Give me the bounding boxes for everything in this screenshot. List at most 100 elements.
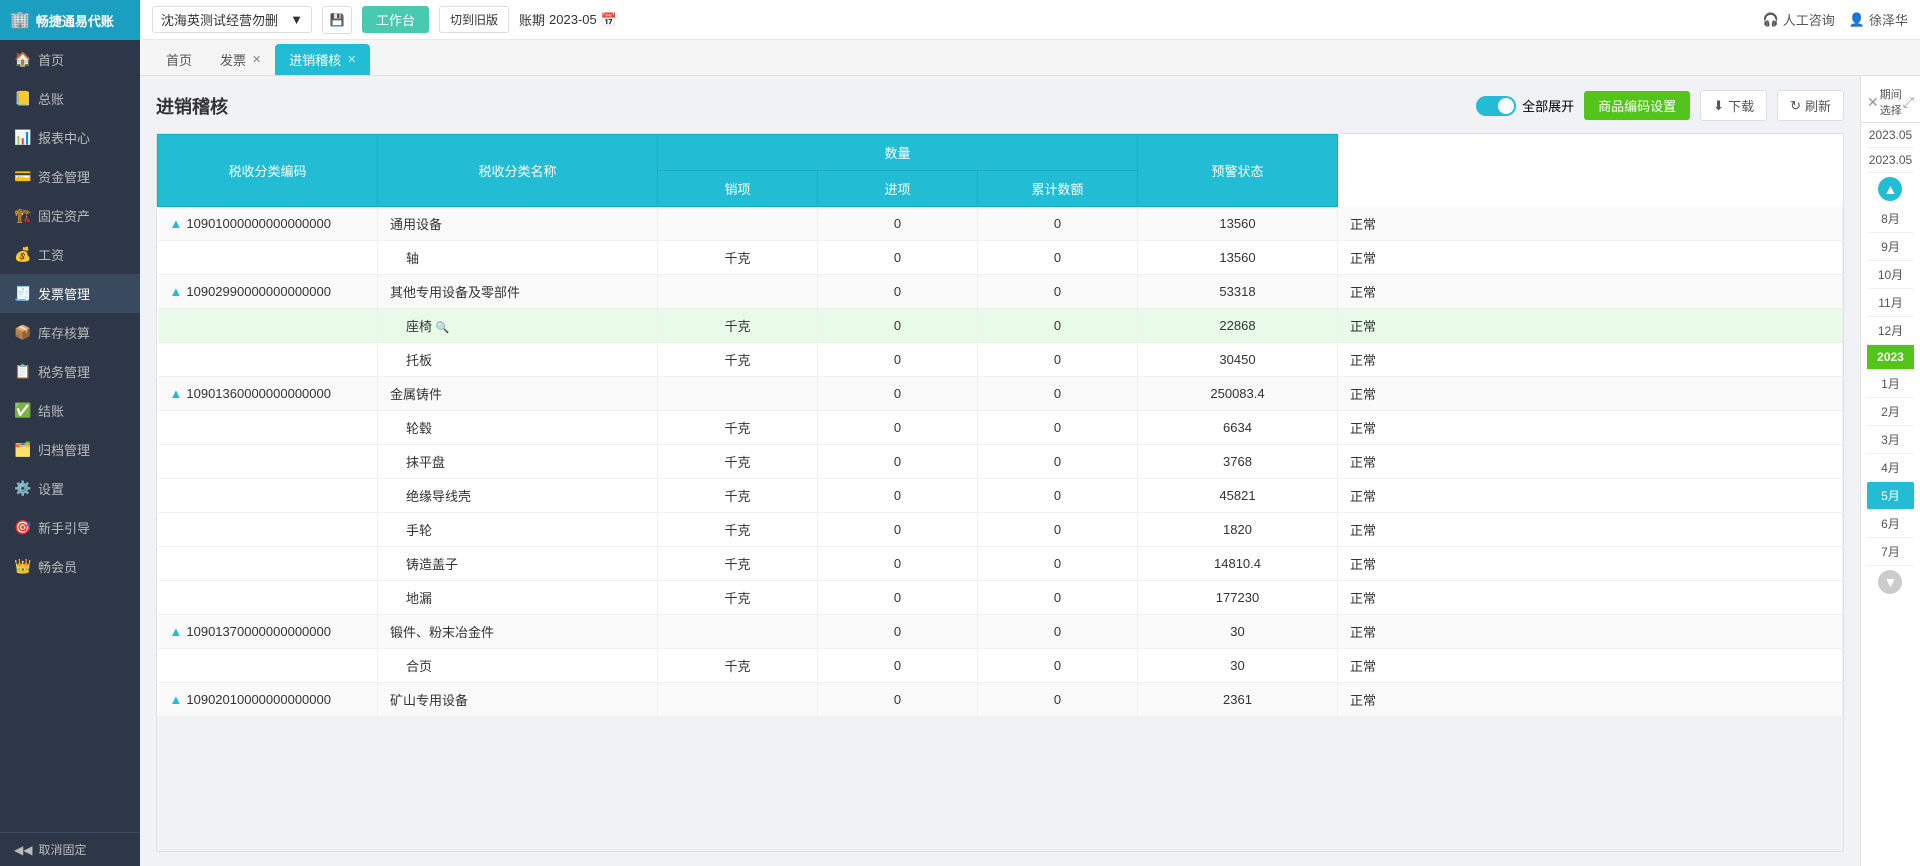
row-sales: 0 bbox=[818, 377, 978, 411]
table-row: 托板千克0030450正常 bbox=[158, 343, 1843, 377]
sidebar-item-membership[interactable]: 👑 畅会员 bbox=[0, 547, 140, 586]
sidebar-item-payroll[interactable]: 💰 工资 bbox=[0, 235, 140, 274]
period-month-item[interactable]: 11月 bbox=[1867, 289, 1914, 317]
expand-arrow[interactable]: ▲ bbox=[170, 624, 183, 639]
funds-icon: 💳 bbox=[14, 168, 30, 185]
row-purchase: 0 bbox=[978, 547, 1138, 581]
row-unit: 千克 bbox=[658, 309, 818, 343]
row-sales: 0 bbox=[818, 479, 978, 513]
table-row: 座椅 🔍千克0022868正常 bbox=[158, 309, 1843, 343]
support-button[interactable]: 🎧 人工咨询 bbox=[1763, 10, 1835, 29]
row-purchase: 0 bbox=[978, 683, 1138, 717]
sidebar-label-guide: 新手引导 bbox=[38, 518, 90, 537]
workbench-button[interactable]: 工作台 bbox=[362, 6, 429, 33]
chevron-down-icon: ▼ bbox=[290, 12, 303, 27]
period-header-item[interactable]: 2023.05 bbox=[1867, 148, 1914, 173]
tab-invoice-close[interactable]: ✕ bbox=[252, 53, 261, 66]
panel-expand-button[interactable]: ⤢ bbox=[1903, 94, 1914, 111]
row-unit bbox=[658, 615, 818, 649]
row-total: 1820 bbox=[1138, 513, 1338, 547]
sidebar-item-archive[interactable]: 🗂️ 归档管理 bbox=[0, 430, 140, 469]
period-month-item[interactable]: 2月 bbox=[1867, 398, 1914, 426]
download-button[interactable]: ⬇ 下载 bbox=[1700, 90, 1767, 121]
user-name: 徐泽华 bbox=[1869, 10, 1908, 29]
tab-reconcile[interactable]: 进销稽核 ✕ bbox=[275, 44, 370, 75]
sidebar-item-closing[interactable]: ✅ 结账 bbox=[0, 391, 140, 430]
refresh-button[interactable]: ↻ 刷新 bbox=[1777, 90, 1844, 121]
sidebar-item-funds[interactable]: 💳 资金管理 bbox=[0, 157, 140, 196]
user-menu[interactable]: 👤 徐泽华 bbox=[1849, 10, 1908, 29]
period-month-item[interactable]: 8月 bbox=[1867, 205, 1914, 233]
expand-arrow[interactable]: ▲ bbox=[170, 284, 183, 299]
row-code: ▲10901370000000000000 bbox=[158, 615, 378, 649]
calendar-icon[interactable]: 📅 bbox=[601, 12, 617, 28]
company-selector[interactable]: 沈海英测试经营勿删 ▼ bbox=[152, 6, 312, 33]
row-sales: 0 bbox=[818, 649, 978, 683]
row-status: 正常 bbox=[1338, 343, 1843, 377]
expand-toggle[interactable] bbox=[1476, 96, 1516, 116]
product-code-settings-button[interactable]: 商品编码设置 bbox=[1584, 91, 1690, 120]
row-code bbox=[158, 445, 378, 479]
expand-arrow[interactable]: ▲ bbox=[170, 216, 183, 231]
row-code bbox=[158, 513, 378, 547]
invoice-icon: 🧾 bbox=[14, 285, 30, 302]
row-code bbox=[158, 411, 378, 445]
support-label: 人工咨询 bbox=[1783, 10, 1835, 29]
tab-home[interactable]: 首页 bbox=[152, 44, 206, 75]
app-name: 畅捷通易代账 bbox=[36, 11, 114, 30]
period-month-item[interactable]: 2023 bbox=[1867, 345, 1914, 370]
sidebar-label-payroll: 工资 bbox=[38, 245, 64, 264]
period-nav-up[interactable]: ▲ bbox=[1878, 177, 1902, 201]
expand-arrow[interactable]: ▲ bbox=[170, 692, 183, 707]
period-month-item[interactable]: 3月 bbox=[1867, 426, 1914, 454]
tab-invoice[interactable]: 发票 ✕ bbox=[206, 44, 275, 75]
sidebar-item-inventory[interactable]: 📦 库存核算 bbox=[0, 313, 140, 352]
period-month-item[interactable]: 12月 bbox=[1867, 317, 1914, 345]
content-area: 进销稽核 全部展开 商品编码设置 ⬇ 下载 ↻ 刷新 bbox=[140, 76, 1920, 866]
search-icon[interactable]: 🔍 bbox=[436, 322, 450, 334]
period-month-item[interactable]: 5月 bbox=[1867, 482, 1914, 510]
topbar: 沈海英测试经营勿删 ▼ 💾 工作台 切到旧版 账期 2023-05 📅 🎧 人工… bbox=[140, 0, 1920, 40]
period-nav-down[interactable]: ▼ bbox=[1878, 570, 1902, 594]
panel-close-button[interactable]: ✕ bbox=[1867, 94, 1879, 111]
sidebar-item-assets[interactable]: 🏗️ 固定资产 bbox=[0, 196, 140, 235]
sidebar-item-invoice[interactable]: 🧾 发票管理 bbox=[0, 274, 140, 313]
sidebar-item-home[interactable]: 🏠 首页 bbox=[0, 40, 140, 79]
sidebar-label-closing: 结账 bbox=[38, 401, 64, 420]
sidebar-item-tax[interactable]: 📋 税务管理 bbox=[0, 352, 140, 391]
row-name: 轴 bbox=[378, 241, 658, 275]
home-icon: 🏠 bbox=[14, 51, 30, 68]
sidebar: 🏢 畅捷通易代账 🏠 首页 📒 总账 📊 报表中心 💳 资金管理 🏗️ 固定资产… bbox=[0, 0, 140, 866]
tab-reconcile-label: 进销稽核 bbox=[289, 50, 341, 69]
row-purchase: 0 bbox=[978, 411, 1138, 445]
sidebar-item-ledger[interactable]: 📒 总账 bbox=[0, 79, 140, 118]
sidebar-item-reports[interactable]: 📊 报表中心 bbox=[0, 118, 140, 157]
save-button[interactable]: 💾 bbox=[322, 6, 352, 34]
switch-version-button[interactable]: 切到旧版 bbox=[439, 6, 509, 33]
sidebar-item-guide[interactable]: 🎯 新手引导 bbox=[0, 508, 140, 547]
row-unit: 千克 bbox=[658, 649, 818, 683]
period-month-item[interactable]: 9月 bbox=[1867, 233, 1914, 261]
period-month-item[interactable]: 10月 bbox=[1867, 261, 1914, 289]
sidebar-item-settings[interactable]: ⚙️ 设置 bbox=[0, 469, 140, 508]
expand-arrow[interactable]: ▲ bbox=[170, 386, 183, 401]
period-month-item[interactable]: 4月 bbox=[1867, 454, 1914, 482]
row-name: 金属铸件 bbox=[378, 377, 658, 411]
period-month-item[interactable]: 6月 bbox=[1867, 510, 1914, 538]
table-row: ▲10901370000000000000锻件、粉末冶金件0030正常 bbox=[158, 615, 1843, 649]
row-purchase: 0 bbox=[978, 445, 1138, 479]
table-row: 轴千克0013560正常 bbox=[158, 241, 1843, 275]
row-unit bbox=[658, 207, 818, 241]
row-purchase: 0 bbox=[978, 649, 1138, 683]
period-month-item[interactable]: 1月 bbox=[1867, 370, 1914, 398]
row-status: 正常 bbox=[1338, 275, 1843, 309]
unpin-button[interactable]: ◀◀ 取消固定 bbox=[0, 832, 140, 866]
row-total: 22868 bbox=[1138, 309, 1338, 343]
row-unit: 千克 bbox=[658, 445, 818, 479]
col-header-status: 预警状态 bbox=[1138, 135, 1338, 207]
row-sales: 0 bbox=[818, 343, 978, 377]
period-header-item[interactable]: 2023.05 bbox=[1867, 123, 1914, 148]
tab-reconcile-close[interactable]: ✕ bbox=[347, 53, 356, 66]
data-table-wrap: 税收分类编码 税收分类名称 数量 预警状态 销项 进项 累计数额 ▲109010… bbox=[156, 133, 1844, 852]
period-month-item[interactable]: 7月 bbox=[1867, 538, 1914, 566]
